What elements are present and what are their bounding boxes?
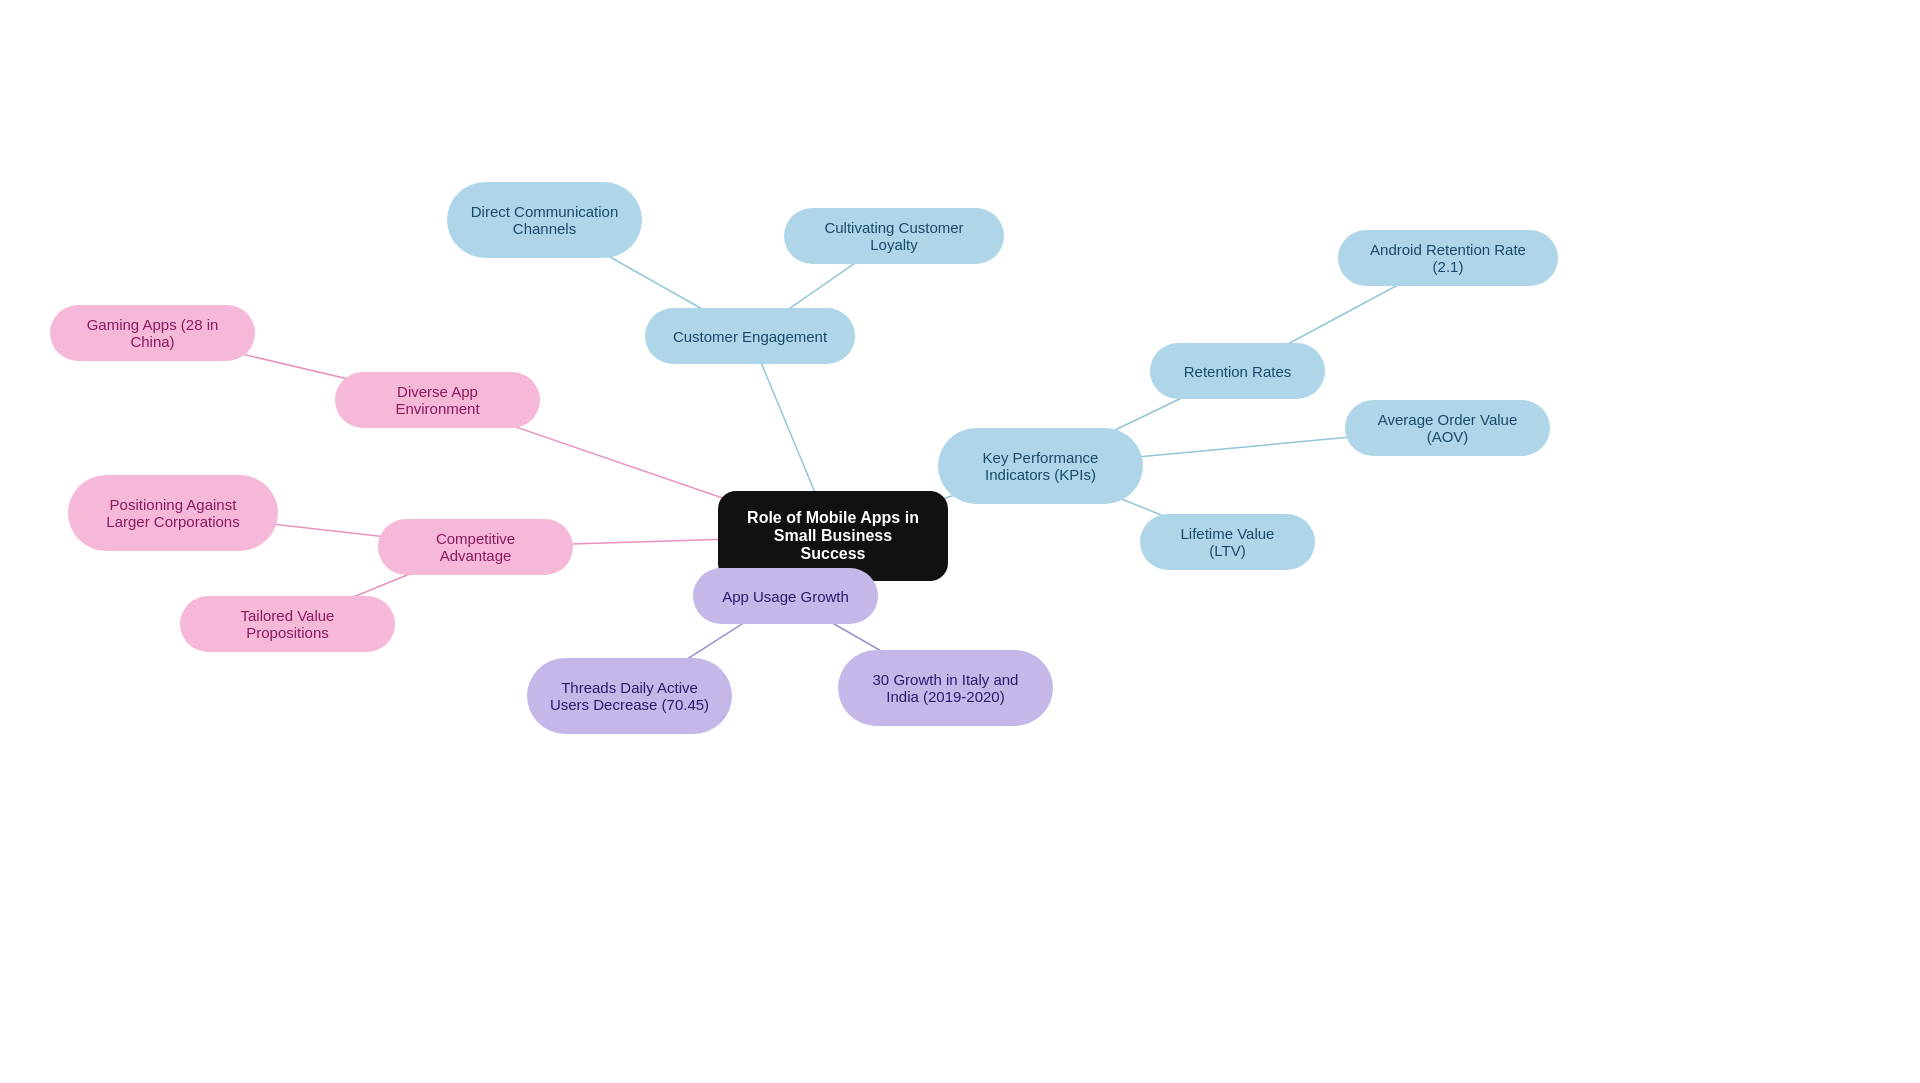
tailored-value-node[interactable]: Tailored Value Propositions — [180, 596, 395, 652]
competitive-advantage-node[interactable]: Competitive Advantage — [378, 519, 573, 575]
diverse-app-env-label: Diverse App Environment — [357, 383, 518, 417]
app-usage-growth-label: App Usage Growth — [722, 588, 849, 605]
kpis-label: Key Performance Indicators (KPIs) — [960, 449, 1121, 483]
positioning-against-label: Positioning Against Larger Corporations — [90, 496, 256, 530]
customer-engagement-label: Customer Engagement — [673, 328, 827, 345]
thirty-growth-label: 30 Growth in Italy and India (2019-2020) — [860, 671, 1031, 705]
cultivating-loyalty-node[interactable]: Cultivating Customer Loyalty — [784, 208, 1004, 264]
customer-engagement-node[interactable]: Customer Engagement — [645, 308, 855, 364]
direct-communication-node[interactable]: Direct Communication Channels — [447, 182, 642, 258]
threads-daily-node[interactable]: Threads Daily Active Users Decrease (70.… — [527, 658, 732, 734]
lifetime-value-label: Lifetime Value (LTV) — [1162, 525, 1293, 559]
kpis-node[interactable]: Key Performance Indicators (KPIs) — [938, 428, 1143, 504]
average-order-value-label: Average Order Value (AOV) — [1367, 411, 1528, 445]
android-retention-node[interactable]: Android Retention Rate (2.1) — [1338, 230, 1558, 286]
threads-daily-label: Threads Daily Active Users Decrease (70.… — [549, 679, 710, 713]
center-label: Role of Mobile Apps in Small Business Su… — [740, 509, 926, 563]
retention-rates-node[interactable]: Retention Rates — [1150, 343, 1325, 399]
tailored-value-label: Tailored Value Propositions — [202, 607, 373, 641]
cultivating-loyalty-label: Cultivating Customer Loyalty — [806, 219, 982, 253]
android-retention-label: Android Retention Rate (2.1) — [1360, 241, 1536, 275]
lifetime-value-node[interactable]: Lifetime Value (LTV) — [1140, 514, 1315, 570]
competitive-advantage-label: Competitive Advantage — [400, 530, 551, 564]
thirty-growth-node[interactable]: 30 Growth in Italy and India (2019-2020) — [838, 650, 1053, 726]
retention-rates-label: Retention Rates — [1184, 363, 1292, 380]
diverse-app-env-node[interactable]: Diverse App Environment — [335, 372, 540, 428]
gaming-apps-label: Gaming Apps (28 in China) — [72, 316, 233, 350]
gaming-apps-node[interactable]: Gaming Apps (28 in China) — [50, 305, 255, 361]
direct-communication-label: Direct Communication Channels — [469, 203, 620, 237]
average-order-value-node[interactable]: Average Order Value (AOV) — [1345, 400, 1550, 456]
positioning-against-node[interactable]: Positioning Against Larger Corporations — [68, 475, 278, 551]
app-usage-growth-node[interactable]: App Usage Growth — [693, 568, 878, 624]
